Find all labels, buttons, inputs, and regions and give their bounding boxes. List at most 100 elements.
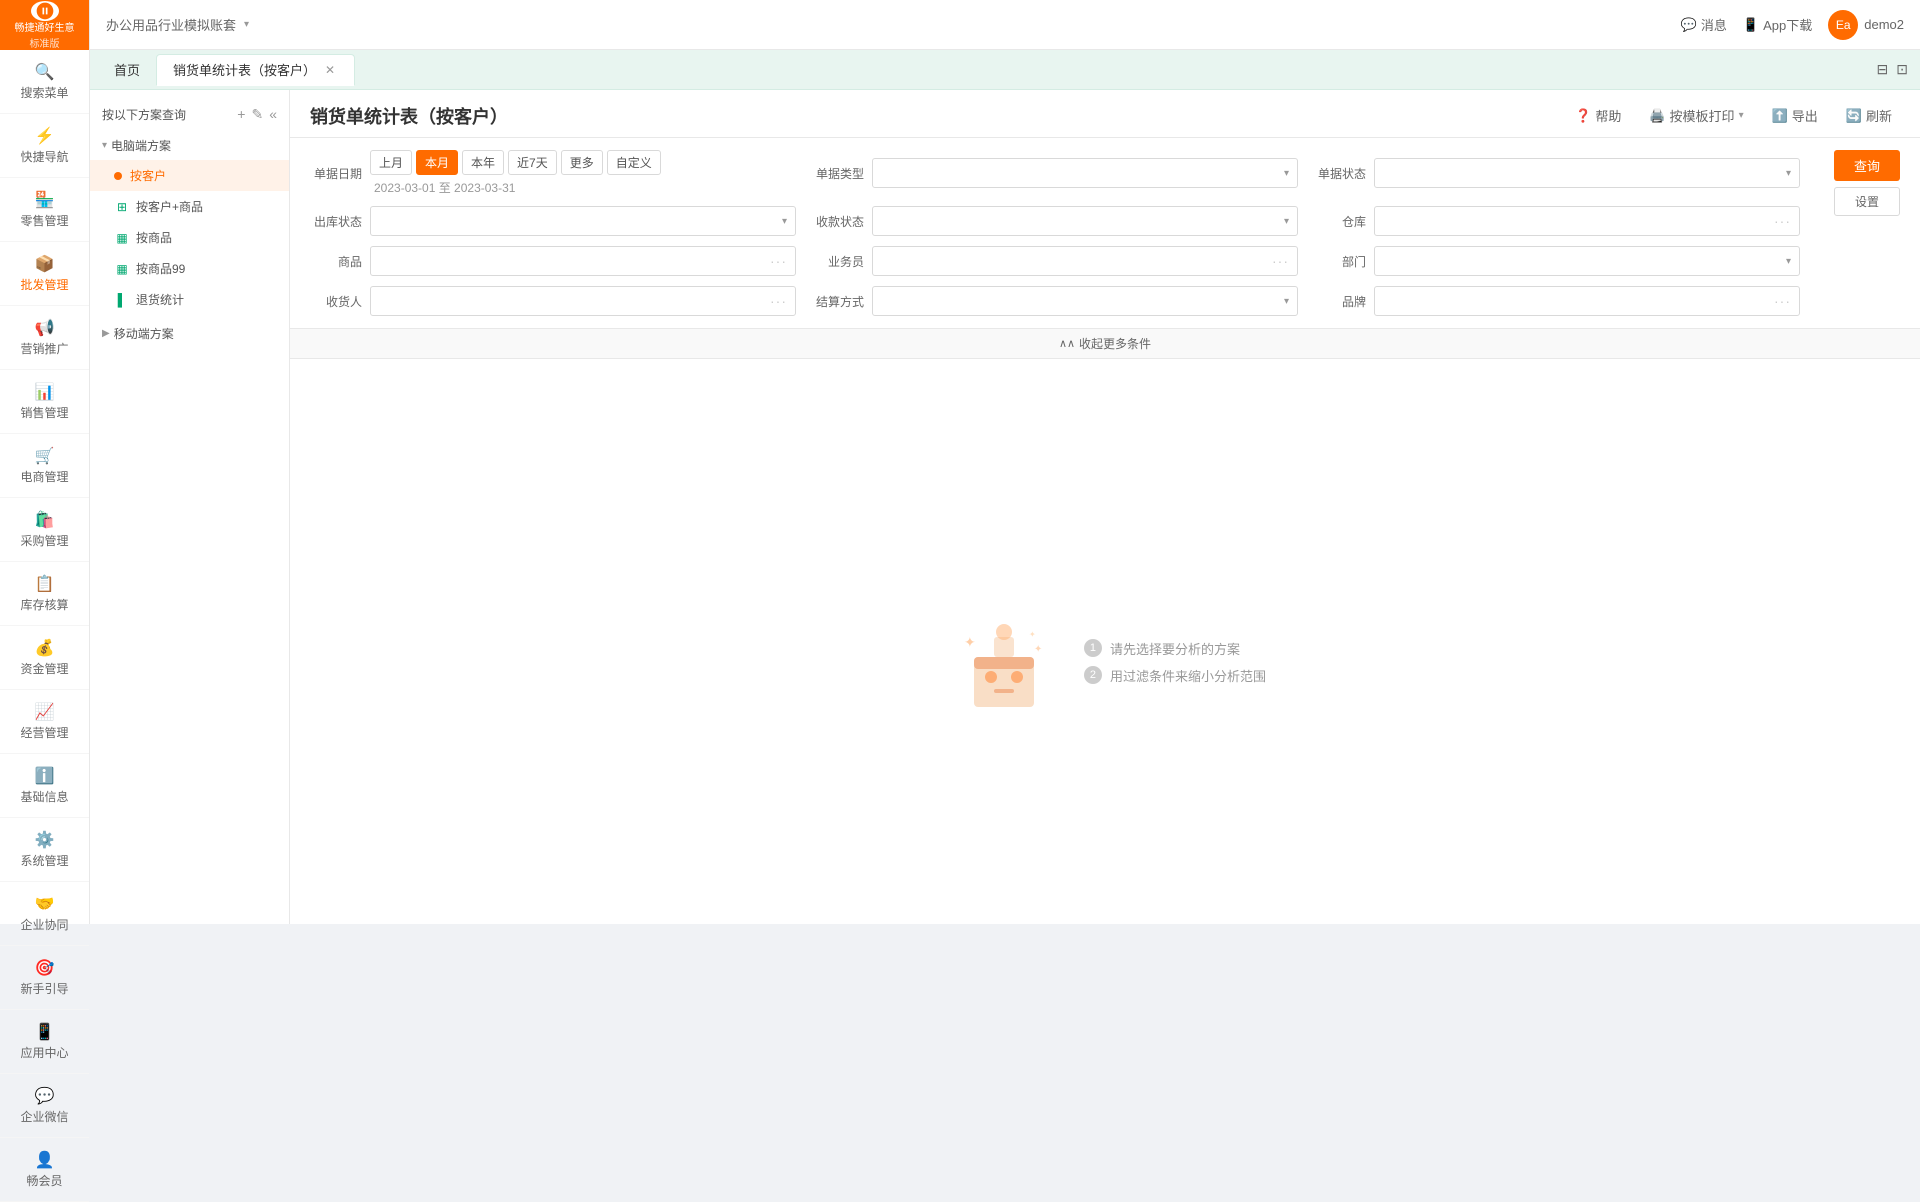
scheme-item-by-customer[interactable]: 按客户 bbox=[90, 160, 289, 191]
tab-report[interactable]: 销货单统计表（按客户） ✕ bbox=[156, 54, 355, 86]
breadcrumb-dropdown-icon[interactable]: ▾ bbox=[244, 19, 249, 30]
scheme-item-by-customer-goods[interactable]: ⊞ 按客户+商品 bbox=[90, 191, 289, 222]
top-header: 办公用品行业模拟账套 ▾ 💬 消息 📱 App下载 Ea demo2 bbox=[90, 0, 1920, 50]
date-btn-7days[interactable]: 近7天 bbox=[508, 150, 557, 175]
query-button[interactable]: 查询 bbox=[1834, 150, 1900, 181]
date-btn-last-month[interactable]: 上月 bbox=[370, 150, 412, 175]
filter-settle-method-select[interactable]: ▾ bbox=[872, 286, 1298, 316]
sidebar-item-quick-nav[interactable]: ⚡ 快捷导航 bbox=[0, 114, 89, 178]
date-btn-custom[interactable]: 自定义 bbox=[607, 150, 661, 175]
scheme-group-mobile-label: 移动端方案 bbox=[114, 325, 174, 342]
tab-bar: 首页 销货单统计表（按客户） ✕ ⊟ ⊡ bbox=[90, 50, 1920, 90]
sidebar-item-finance[interactable]: 💰 资金管理 bbox=[0, 626, 89, 690]
scheme-edit-icon[interactable]: ✎ bbox=[251, 106, 263, 123]
scheme-group-mobile-header[interactable]: ▶ 移动端方案 bbox=[90, 319, 289, 348]
filter-doc-type-select[interactable]: ▾ bbox=[872, 158, 1298, 188]
filter-warehouse-select[interactable]: ··· bbox=[1374, 206, 1800, 236]
filter-doc-status-select[interactable]: ▾ bbox=[1374, 158, 1800, 188]
app-name: 畅捷通好生意 bbox=[15, 23, 75, 35]
print-dropdown-icon[interactable]: ▾ bbox=[1739, 110, 1744, 121]
sidebar: 畅捷通好生意 标准版 🔍 搜索菜单 ⚡ 快捷导航 🏪 零售管理 📦 批发管理 📢… bbox=[0, 0, 90, 924]
date-btn-more[interactable]: 更多 bbox=[561, 150, 603, 175]
date-btn-current-year[interactable]: 本年 bbox=[462, 150, 504, 175]
sidebar-item-retail-label: 零售管理 bbox=[4, 212, 85, 229]
tab-min-icon[interactable]: ⊟ bbox=[1877, 61, 1889, 78]
scheme-add-icon[interactable]: + bbox=[237, 106, 245, 123]
sidebar-item-system-label: 系统管理 bbox=[4, 852, 85, 869]
goods-dots-icon: ··· bbox=[770, 253, 787, 269]
export-button[interactable]: ⬆️ 导出 bbox=[1764, 102, 1826, 129]
scheme-item-by-goods99[interactable]: ▦ 按商品99 bbox=[90, 253, 289, 284]
tab-expand-buttons: ⊟ ⊡ bbox=[1873, 57, 1912, 82]
filter-out-status-select[interactable]: ▾ bbox=[370, 206, 796, 236]
sidebar-item-newuser[interactable]: 🎯 新手引导 bbox=[0, 946, 89, 1010]
tab-home[interactable]: 首页 bbox=[98, 54, 156, 86]
sidebar-item-finance-label: 资金管理 bbox=[4, 660, 85, 677]
sidebar-item-wechat[interactable]: 💬 企业微信 bbox=[0, 1074, 89, 1138]
sidebar-item-marketing-label: 营销推广 bbox=[4, 340, 85, 357]
scheme-item-by-goods99-label: 按商品99 bbox=[136, 260, 185, 277]
message-button[interactable]: 💬 消息 bbox=[1681, 15, 1727, 34]
sidebar-item-appcenter[interactable]: 📱 应用中心 bbox=[0, 1010, 89, 1074]
scheme-item-active-dot bbox=[114, 172, 122, 180]
sidebar-item-search[interactable]: 🔍 搜索菜单 bbox=[0, 50, 89, 114]
filter-salesperson-select[interactable]: ··· bbox=[872, 246, 1298, 276]
tab-report-label: 销货单统计表（按客户） bbox=[173, 60, 316, 79]
filter-brand-select[interactable]: ··· bbox=[1374, 286, 1800, 316]
breadcrumb-text: 办公用品行业模拟账套 bbox=[106, 15, 236, 34]
sidebar-item-purchase[interactable]: 🛍️ 采购管理 bbox=[0, 498, 89, 562]
filter-doc-status-cell: 单据状态 ▾ bbox=[1314, 150, 1800, 196]
print-button[interactable]: 🖨️ 按模板打印 ▾ bbox=[1641, 102, 1751, 129]
scheme-item-return-stats[interactable]: ▌ 退货统计 bbox=[90, 284, 289, 315]
filter-receiver-select[interactable]: ··· bbox=[370, 286, 796, 316]
help-button[interactable]: ❓ 帮助 bbox=[1567, 102, 1629, 129]
receiver-dots-icon: ··· bbox=[770, 293, 787, 309]
message-icon: 💬 bbox=[1681, 17, 1697, 33]
collapse-filter-bar[interactable]: ∧∧ 收起更多条件 bbox=[290, 328, 1920, 358]
scheme-group-mobile: ▶ 移动端方案 bbox=[90, 319, 289, 348]
filter-warehouse-cell: 仓库 ··· bbox=[1314, 206, 1800, 236]
filter-dept-select[interactable]: ▾ bbox=[1374, 246, 1800, 276]
main-area: 办公用品行业模拟账套 ▾ 💬 消息 📱 App下载 Ea demo2 首页 bbox=[90, 0, 1920, 924]
scheme-panel-header: 按以下方案查询 + ✎ « bbox=[90, 98, 289, 131]
sidebar-item-retail[interactable]: 🏪 零售管理 bbox=[0, 178, 89, 242]
scheme-group-mobile-arrow-icon: ▶ bbox=[102, 328, 110, 339]
scheme-group-desktop-label: 电脑端方案 bbox=[111, 137, 171, 154]
filter-settle-method-cell: 结算方式 ▾ bbox=[812, 286, 1298, 316]
settings-button[interactable]: 设置 bbox=[1834, 187, 1900, 216]
filter-settle-method-label: 结算方式 bbox=[812, 293, 872, 310]
tip-text-1: 请先选择要分析的方案 bbox=[1110, 639, 1240, 658]
sidebar-item-sales[interactable]: 📊 销售管理 bbox=[0, 370, 89, 434]
sidebar-item-enterprise[interactable]: 🤝 企业协同 bbox=[0, 882, 89, 946]
user-profile-button[interactable]: Ea demo2 bbox=[1828, 10, 1904, 40]
sidebar-item-wholesale[interactable]: 📦 批发管理 bbox=[0, 242, 89, 306]
sidebar-item-operations[interactable]: 📈 经营管理 bbox=[0, 690, 89, 754]
sidebar-item-ecommerce[interactable]: 🛒 电商管理 bbox=[0, 434, 89, 498]
app-download-button[interactable]: 📱 App下载 bbox=[1743, 15, 1812, 34]
page-actions: ❓ 帮助 🖨️ 按模板打印 ▾ ⬆️ 导出 🔄 刷新 bbox=[1567, 102, 1900, 129]
refresh-button[interactable]: 🔄 刷新 bbox=[1838, 102, 1900, 129]
tab-report-close-icon[interactable]: ✕ bbox=[322, 62, 338, 78]
sidebar-item-inventory[interactable]: 📋 库存核算 bbox=[0, 562, 89, 626]
help-label: 帮助 bbox=[1595, 106, 1621, 125]
message-label: 消息 bbox=[1701, 15, 1727, 34]
sidebar-item-basics[interactable]: ℹ️ 基础信息 bbox=[0, 754, 89, 818]
print-label: 按模板打印 bbox=[1670, 106, 1735, 125]
app-download-icon: 📱 bbox=[1743, 17, 1759, 33]
svg-text:✦: ✦ bbox=[1029, 630, 1036, 639]
side-action-buttons: 查询 设置 bbox=[1834, 150, 1900, 216]
sidebar-item-marketing[interactable]: 📢 营销推广 bbox=[0, 306, 89, 370]
filter-receipt-status-select[interactable]: ▾ bbox=[872, 206, 1298, 236]
sidebar-item-member[interactable]: 👤 畅会员 bbox=[0, 1138, 89, 1202]
sidebar-item-enterprise-label: 企业协同 bbox=[4, 916, 85, 933]
app-download-label: App下载 bbox=[1763, 15, 1812, 34]
date-btn-current-month[interactable]: 本月 bbox=[416, 150, 458, 175]
scheme-item-by-goods[interactable]: ▦ 按商品 bbox=[90, 222, 289, 253]
scheme-group-desktop-header[interactable]: ▾ 电脑端方案 bbox=[90, 131, 289, 160]
sidebar-item-wholesale-label: 批发管理 bbox=[4, 276, 85, 293]
scheme-collapse-icon[interactable]: « bbox=[269, 106, 277, 123]
tab-max-icon[interactable]: ⊡ bbox=[1896, 61, 1908, 78]
dept-dropdown-icon: ▾ bbox=[1786, 256, 1791, 267]
filter-goods-select[interactable]: ··· bbox=[370, 246, 796, 276]
sidebar-item-system[interactable]: ⚙️ 系统管理 bbox=[0, 818, 89, 882]
